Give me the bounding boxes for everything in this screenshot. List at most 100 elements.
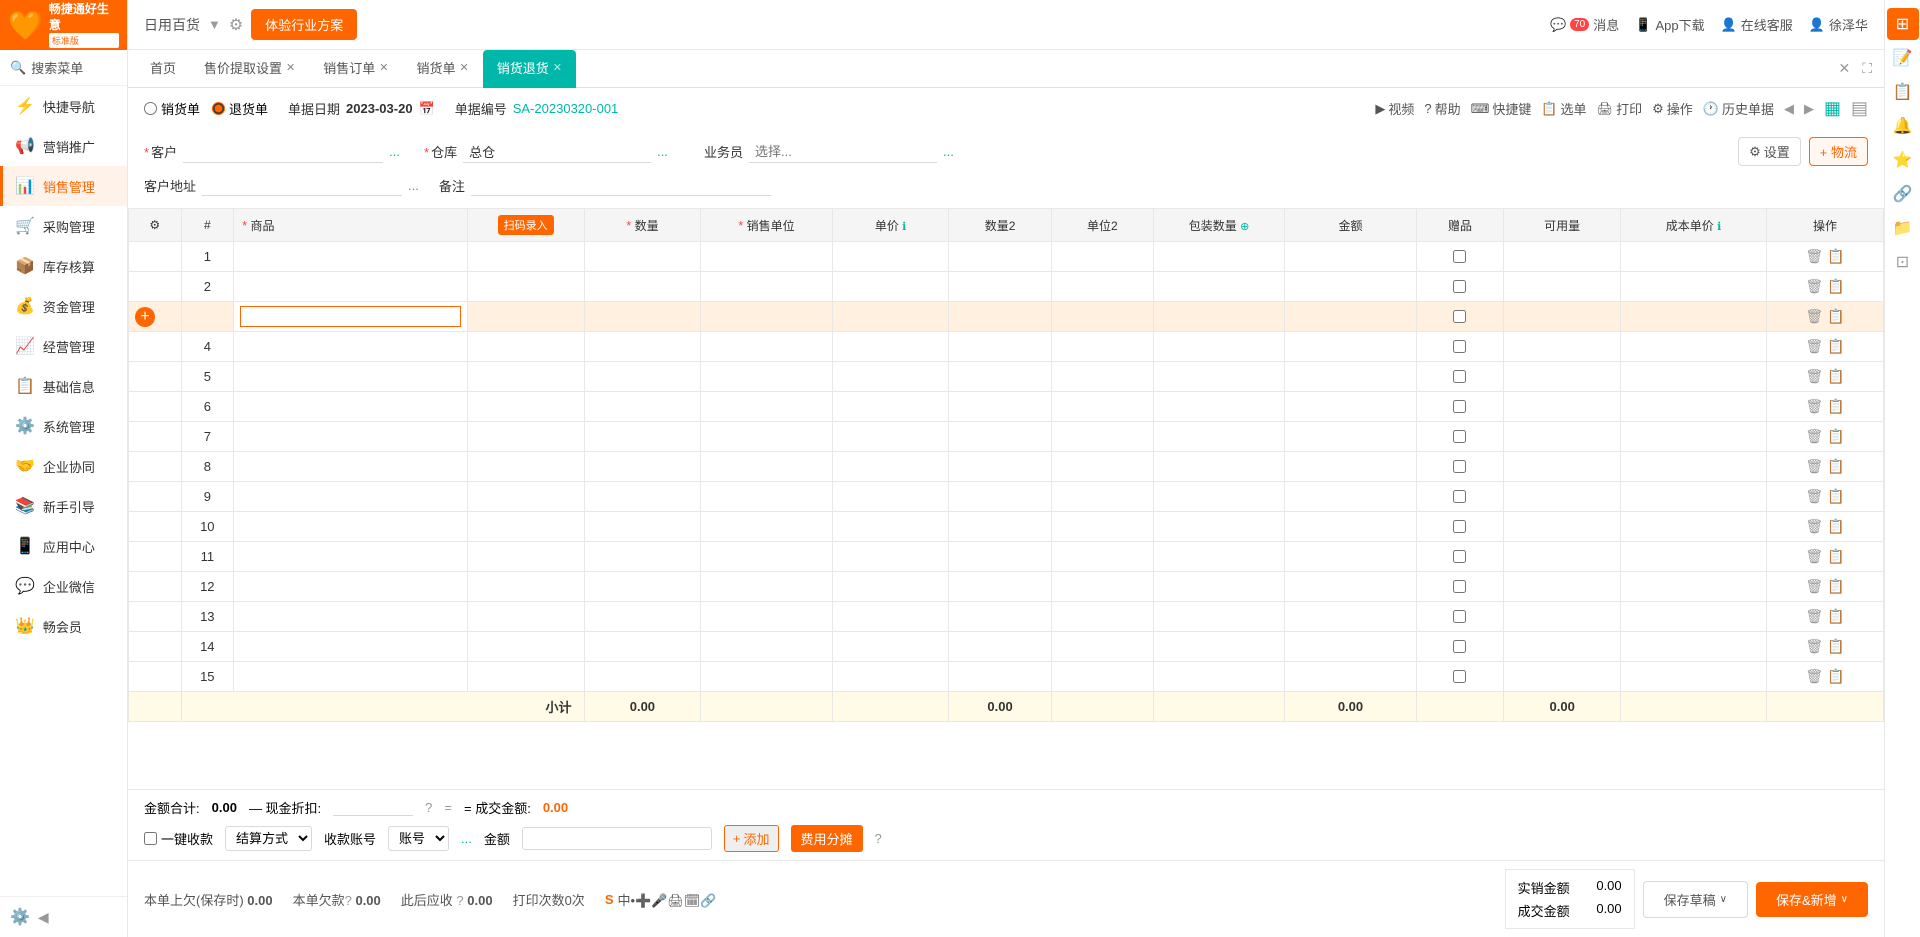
right-panel-btn-7[interactable]: 📁 — [1887, 212, 1919, 244]
logistics-btn[interactable]: + 物流 — [1809, 137, 1868, 166]
tab-home[interactable]: 首页 — [136, 50, 190, 88]
history-btn[interactable]: 🕐历史单据 — [1703, 99, 1774, 118]
tab-sales-order[interactable]: 销售订单 ✕ — [309, 50, 402, 88]
tab-price-setting[interactable]: 售价提取设置 ✕ — [190, 50, 309, 88]
warehouse-input[interactable] — [463, 141, 651, 163]
sidebar-item-wechat[interactable]: 💬 企业微信 — [0, 566, 127, 606]
right-panel-btn-6[interactable]: 🔗 — [1887, 178, 1919, 210]
nav-next-icon[interactable]: ▶ — [1804, 101, 1814, 117]
search-menu[interactable]: 🔍 搜索菜单 — [0, 50, 127, 86]
tabs-maximize-icon[interactable]: ⛶ — [1858, 58, 1876, 79]
sidebar-item-newbie[interactable]: 📚 新手引导 — [0, 486, 127, 526]
nav-prev-icon[interactable]: ◀ — [1784, 101, 1794, 117]
app-download-btn[interactable]: 📱 App下载 — [1635, 15, 1704, 34]
delete-row-icon[interactable]: 🗑 — [1805, 338, 1823, 355]
tab-price-close-icon[interactable]: ✕ — [286, 61, 295, 74]
gift-checkbox[interactable] — [1453, 460, 1466, 473]
message-btn[interactable]: 💬 70 消息 — [1550, 15, 1619, 34]
copy-row-icon[interactable]: 📋 — [1827, 608, 1844, 625]
copy-row-icon[interactable]: 📋 — [1827, 638, 1844, 655]
right-panel-btn-2[interactable]: 📝 — [1887, 42, 1919, 74]
staff-dots[interactable]: ... — [943, 144, 954, 159]
sidebar-item-basic[interactable]: 📋 基础信息 — [0, 366, 127, 406]
copy-row-icon[interactable]: 📋 — [1827, 458, 1844, 475]
delete-row-icon[interactable]: 🗑 — [1805, 488, 1823, 505]
gift-checkbox[interactable] — [1453, 640, 1466, 653]
delete-row-icon[interactable]: 🗑 — [1805, 518, 1823, 535]
delete-row-icon[interactable]: 🗑 — [1805, 608, 1823, 625]
cell-product[interactable] — [234, 302, 468, 332]
gift-checkbox[interactable] — [1453, 250, 1466, 263]
gift-checkbox[interactable] — [1453, 580, 1466, 593]
gift-checkbox[interactable] — [1453, 280, 1466, 293]
cell-qty2[interactable] — [949, 272, 1051, 302]
copy-row-icon[interactable]: 📋 — [1827, 308, 1844, 325]
sidebar-item-vip[interactable]: 👑 畅会员 — [0, 606, 127, 646]
gift-checkbox[interactable] — [1453, 610, 1466, 623]
delete-row-icon[interactable]: 🗑 — [1805, 248, 1823, 265]
customer-dots[interactable]: ... — [389, 144, 400, 159]
tab-return-close-icon[interactable]: ✕ — [553, 61, 562, 74]
delete-row-icon[interactable]: 🗑 — [1805, 578, 1823, 595]
online-service-btn[interactable]: 👤 在线客服 — [1721, 15, 1793, 34]
col-header-settings[interactable]: ⚙ — [129, 209, 182, 242]
copy-row-icon[interactable]: 📋 — [1827, 518, 1844, 535]
delete-row-icon[interactable]: 🗑 — [1805, 668, 1823, 685]
product-input[interactable] — [240, 306, 461, 327]
cell-pack[interactable] — [1153, 272, 1284, 302]
save-draft-chevron-icon[interactable]: ∨ — [1720, 894, 1727, 905]
grid-view2-icon[interactable]: ▤ — [1851, 98, 1868, 119]
settlement-select[interactable]: 结算方式 — [225, 826, 312, 851]
copy-row-icon[interactable]: 📋 — [1827, 338, 1844, 355]
radio-sales-input[interactable] — [144, 102, 157, 115]
right-panel-btn-5[interactable]: ⭐ — [1887, 144, 1919, 176]
cell-unit[interactable] — [701, 272, 832, 302]
staff-input[interactable] — [749, 141, 937, 163]
cell-unit2[interactable] — [1051, 302, 1153, 332]
tab-sales-delivery[interactable]: 销货单 ✕ — [402, 50, 482, 88]
video-btn[interactable]: ▶视频 — [1375, 99, 1414, 118]
copy-row-icon[interactable]: 📋 — [1827, 488, 1844, 505]
cell-amount[interactable] — [1285, 242, 1416, 272]
delete-row-icon[interactable]: 🗑 — [1805, 398, 1823, 415]
copy-row-icon[interactable]: 📋 — [1827, 278, 1844, 295]
account-dots[interactable]: ... — [461, 831, 472, 846]
sidebar-item-quick-nav[interactable]: ⚡ 快捷导航 — [0, 86, 127, 126]
gift-checkbox[interactable] — [1453, 490, 1466, 503]
copy-row-icon[interactable]: 📋 — [1827, 578, 1844, 595]
cell-price[interactable] — [832, 242, 949, 272]
delete-row-icon[interactable]: 🗑 — [1805, 368, 1823, 385]
account-select[interactable]: 账号 — [388, 826, 449, 851]
gift-checkbox[interactable] — [1453, 670, 1466, 683]
cell-product[interactable] — [234, 242, 468, 272]
save-new-chevron-icon[interactable]: ∨ — [1841, 894, 1848, 905]
user-profile[interactable]: 👤 徐泽华 — [1809, 15, 1868, 34]
right-panel-btn-8[interactable]: ⊡ — [1887, 246, 1919, 278]
sidebar-item-system[interactable]: ⚙️ 系统管理 — [0, 406, 127, 446]
gift-checkbox[interactable] — [1453, 370, 1466, 383]
one-click-checkbox[interactable]: 一键收款 — [144, 829, 213, 848]
sidebar-item-inventory[interactable]: 📦 库存核算 — [0, 246, 127, 286]
delete-row-icon[interactable]: 🗑 — [1805, 638, 1823, 655]
cell-qty2[interactable] — [949, 242, 1051, 272]
warehouse-dots[interactable]: ... — [657, 144, 668, 159]
delete-row-icon[interactable]: 🗑 — [1805, 458, 1823, 475]
copy-row-icon[interactable]: 📋 — [1827, 248, 1844, 265]
grid-view1-icon[interactable]: ▦ — [1824, 98, 1841, 119]
delete-row-icon[interactable]: 🗑 — [1805, 278, 1823, 295]
add-payment-btn[interactable]: + 添加 — [724, 825, 779, 852]
cell-unit2[interactable] — [1051, 242, 1153, 272]
tab-delivery-close-icon[interactable]: ✕ — [460, 61, 469, 74]
settings-btn[interactable]: ⚙ 设置 — [1738, 137, 1801, 166]
print-btn[interactable]: 🖨打印 — [1597, 99, 1643, 118]
cell-unit2[interactable] — [1051, 272, 1153, 302]
calendar-icon[interactable]: 📅 — [419, 101, 435, 117]
cost-split-btn[interactable]: 费用分摊 — [791, 825, 863, 852]
add-row-btn[interactable]: + — [135, 307, 155, 327]
gift-checkbox[interactable] — [1453, 340, 1466, 353]
cell-qty[interactable] — [584, 272, 701, 302]
right-panel-btn-1[interactable]: ⊞ — [1887, 8, 1919, 40]
address-dots[interactable]: ... — [408, 178, 419, 193]
shortcut-btn[interactable]: ⌨快捷键 — [1471, 99, 1532, 118]
save-new-btn[interactable]: 保存&新增 ∨ — [1756, 882, 1868, 917]
